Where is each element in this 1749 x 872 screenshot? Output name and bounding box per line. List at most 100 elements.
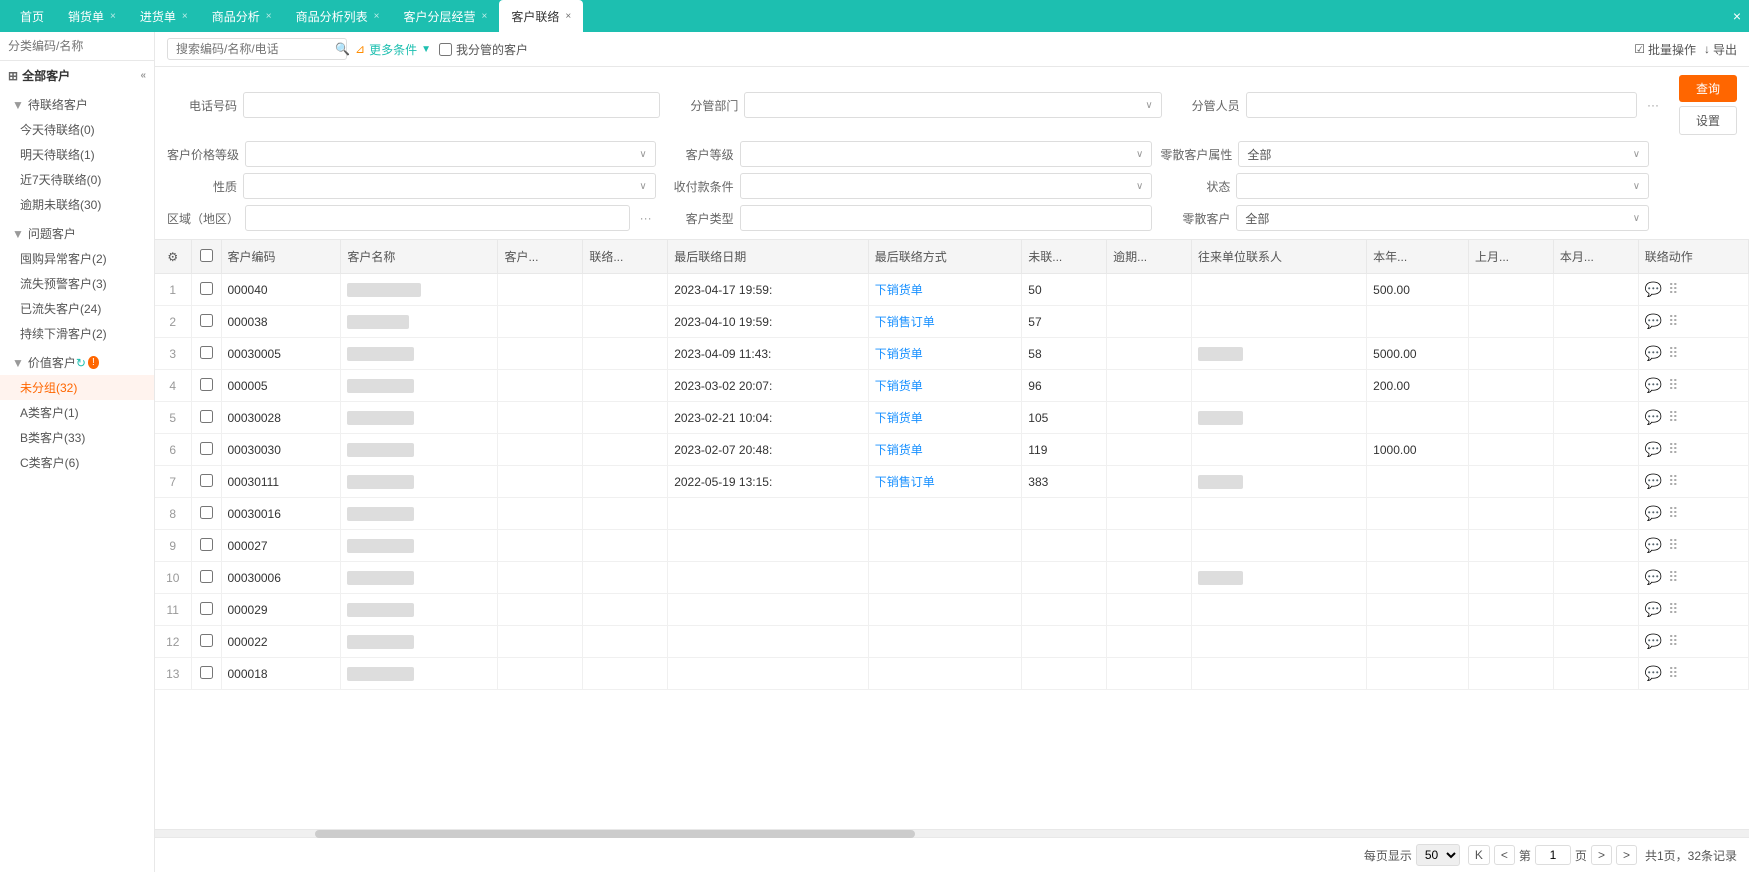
method-link[interactable]: 下销货单 — [875, 379, 923, 393]
cell-last-method[interactable]: 下销货单 — [868, 402, 1021, 434]
my-customers-filter[interactable]: 我分管的客户 — [439, 41, 528, 58]
row-checkbox[interactable] — [200, 602, 213, 615]
filter-more-conditions[interactable]: ⊿ 更多条件 ▼ — [355, 41, 431, 58]
cell-code[interactable]: 000038 — [221, 306, 341, 338]
cell-last-method[interactable]: 下销售订单 — [868, 306, 1021, 338]
cell-code[interactable]: 000022 — [221, 626, 341, 658]
export-button[interactable]: ↓ 导出 — [1704, 41, 1737, 58]
filter-price-level-select[interactable]: ∨ — [245, 141, 656, 167]
cell-check[interactable] — [191, 562, 221, 594]
filter-region-select[interactable] — [245, 205, 630, 231]
method-link[interactable]: 下销货单 — [875, 283, 923, 297]
cell-check[interactable] — [191, 370, 221, 402]
cell-last-method[interactable]: 下销货单 — [868, 338, 1021, 370]
settings-gear-icon[interactable]: ⚙ — [167, 250, 178, 264]
row-checkbox[interactable] — [200, 346, 213, 359]
contact-icon[interactable]: 💬 — [1645, 473, 1662, 490]
more-icon[interactable]: ⠿ — [1668, 409, 1678, 426]
more-icon[interactable]: ⠿ — [1668, 633, 1678, 650]
cell-check[interactable] — [191, 306, 221, 338]
cell-last-method[interactable] — [868, 594, 1021, 626]
nav-tab-analysis-list[interactable]: 商品分析列表 × — [284, 0, 392, 32]
row-checkbox[interactable] — [200, 410, 213, 423]
col-header-settings[interactable]: ⚙ — [155, 240, 191, 274]
row-checkbox[interactable] — [200, 474, 213, 487]
cell-check[interactable] — [191, 498, 221, 530]
row-checkbox[interactable] — [200, 442, 213, 455]
sidebar-item-class-c[interactable]: C类客户(6) — [0, 450, 154, 475]
contact-icon[interactable]: 💬 — [1645, 281, 1662, 298]
cell-check[interactable] — [191, 626, 221, 658]
more-icon[interactable]: ⠿ — [1668, 441, 1678, 458]
row-checkbox[interactable] — [200, 314, 213, 327]
cell-code[interactable]: 00030016 — [221, 498, 341, 530]
contact-icon[interactable]: 💬 — [1645, 601, 1662, 618]
method-link[interactable]: 下销售订单 — [875, 315, 935, 329]
more-icon[interactable]: ⠿ — [1668, 281, 1678, 298]
cell-check[interactable] — [191, 434, 221, 466]
contact-icon[interactable]: 💬 — [1645, 441, 1662, 458]
row-checkbox[interactable] — [200, 506, 213, 519]
cell-last-method[interactable] — [868, 626, 1021, 658]
more-icon[interactable]: ⠿ — [1668, 313, 1678, 330]
cell-last-method[interactable] — [868, 498, 1021, 530]
current-page-input[interactable] — [1535, 845, 1571, 865]
sidebar-item-abnormal[interactable]: 囤购异常客户(2) — [0, 246, 154, 271]
more-icon[interactable]: ⠿ — [1668, 473, 1678, 490]
prev-page-button[interactable]: < — [1494, 845, 1515, 865]
cell-code[interactable]: 00030005 — [221, 338, 341, 370]
batch-ops-button[interactable]: ☑ 批量操作 — [1634, 41, 1696, 58]
cell-check[interactable] — [191, 658, 221, 690]
sidebar-item-tomorrow[interactable]: 明天待联络(1) — [0, 142, 154, 167]
more-icon[interactable]: ⠿ — [1668, 569, 1678, 586]
contact-icon[interactable]: 💬 — [1645, 505, 1662, 522]
cell-code[interactable]: 00030028 — [221, 402, 341, 434]
filter-region-dots[interactable]: ··· — [636, 211, 656, 225]
nav-tab-analysis-list-close[interactable]: × — [374, 11, 380, 22]
method-link[interactable]: 下销货单 — [875, 411, 923, 425]
all-customers-header[interactable]: ⊞ 全部客户 « — [0, 61, 154, 90]
sidebar-item-ungraded[interactable]: 未分组(32) — [0, 375, 154, 400]
nav-tab-home[interactable]: 首页 — [8, 0, 56, 32]
filter-search-icon[interactable]: 🔍 — [335, 42, 350, 56]
sidebar-item-churn-warning[interactable]: 流失预警客户(3) — [0, 271, 154, 296]
nav-tab-analysis[interactable]: 商品分析 × — [200, 0, 284, 32]
more-icon[interactable]: ⠿ — [1668, 601, 1678, 618]
last-page-button[interactable]: > — [1616, 845, 1637, 865]
sidebar-group-problem-header[interactable]: ▼ 问题客户 — [0, 221, 154, 246]
filter-staff-dots[interactable]: ··· — [1643, 98, 1663, 112]
window-close-icon[interactable]: × — [1733, 8, 1741, 24]
cell-code[interactable]: 00030111 — [221, 466, 341, 498]
sidebar-collapse-icon[interactable]: « — [140, 70, 146, 81]
filter-status-select[interactable]: ∨ — [1236, 173, 1649, 199]
more-icon[interactable]: ⠿ — [1668, 345, 1678, 362]
filter-phone-input[interactable] — [243, 92, 660, 118]
more-icon[interactable]: ⠿ — [1668, 537, 1678, 554]
cell-last-method[interactable]: 下销货单 — [868, 274, 1021, 306]
cell-code[interactable]: 000040 — [221, 274, 341, 306]
nav-tab-sales[interactable]: 销货单 × — [56, 0, 128, 32]
cell-check[interactable] — [191, 274, 221, 306]
filter-payment-select[interactable]: ∨ — [740, 173, 1153, 199]
nav-tab-customer-segment[interactable]: 客户分层经营 × — [391, 0, 499, 32]
sidebar-item-churned[interactable]: 已流失客户(24) — [0, 296, 154, 321]
nav-tab-purchase[interactable]: 进货单 × — [128, 0, 200, 32]
cell-last-method[interactable]: 下销货单 — [868, 434, 1021, 466]
filter-customer-type-select[interactable] — [740, 205, 1153, 231]
page-size-select[interactable]: 50 — [1416, 844, 1460, 866]
cell-check[interactable] — [191, 402, 221, 434]
refresh-icon[interactable]: ↻ — [76, 356, 86, 370]
row-checkbox[interactable] — [200, 282, 213, 295]
next-page-button[interactable]: > — [1591, 845, 1612, 865]
contact-icon[interactable]: 💬 — [1645, 409, 1662, 426]
cell-check[interactable] — [191, 338, 221, 370]
method-link[interactable]: 下销货单 — [875, 347, 923, 361]
sidebar-search-input[interactable] — [8, 39, 155, 53]
contact-icon[interactable]: 💬 — [1645, 377, 1662, 394]
more-icon[interactable]: ⠿ — [1668, 377, 1678, 394]
cell-check[interactable] — [191, 594, 221, 626]
scroll-thumb[interactable] — [315, 830, 915, 838]
cell-code[interactable]: 00030030 — [221, 434, 341, 466]
cell-code[interactable]: 000018 — [221, 658, 341, 690]
cell-last-method[interactable] — [868, 530, 1021, 562]
